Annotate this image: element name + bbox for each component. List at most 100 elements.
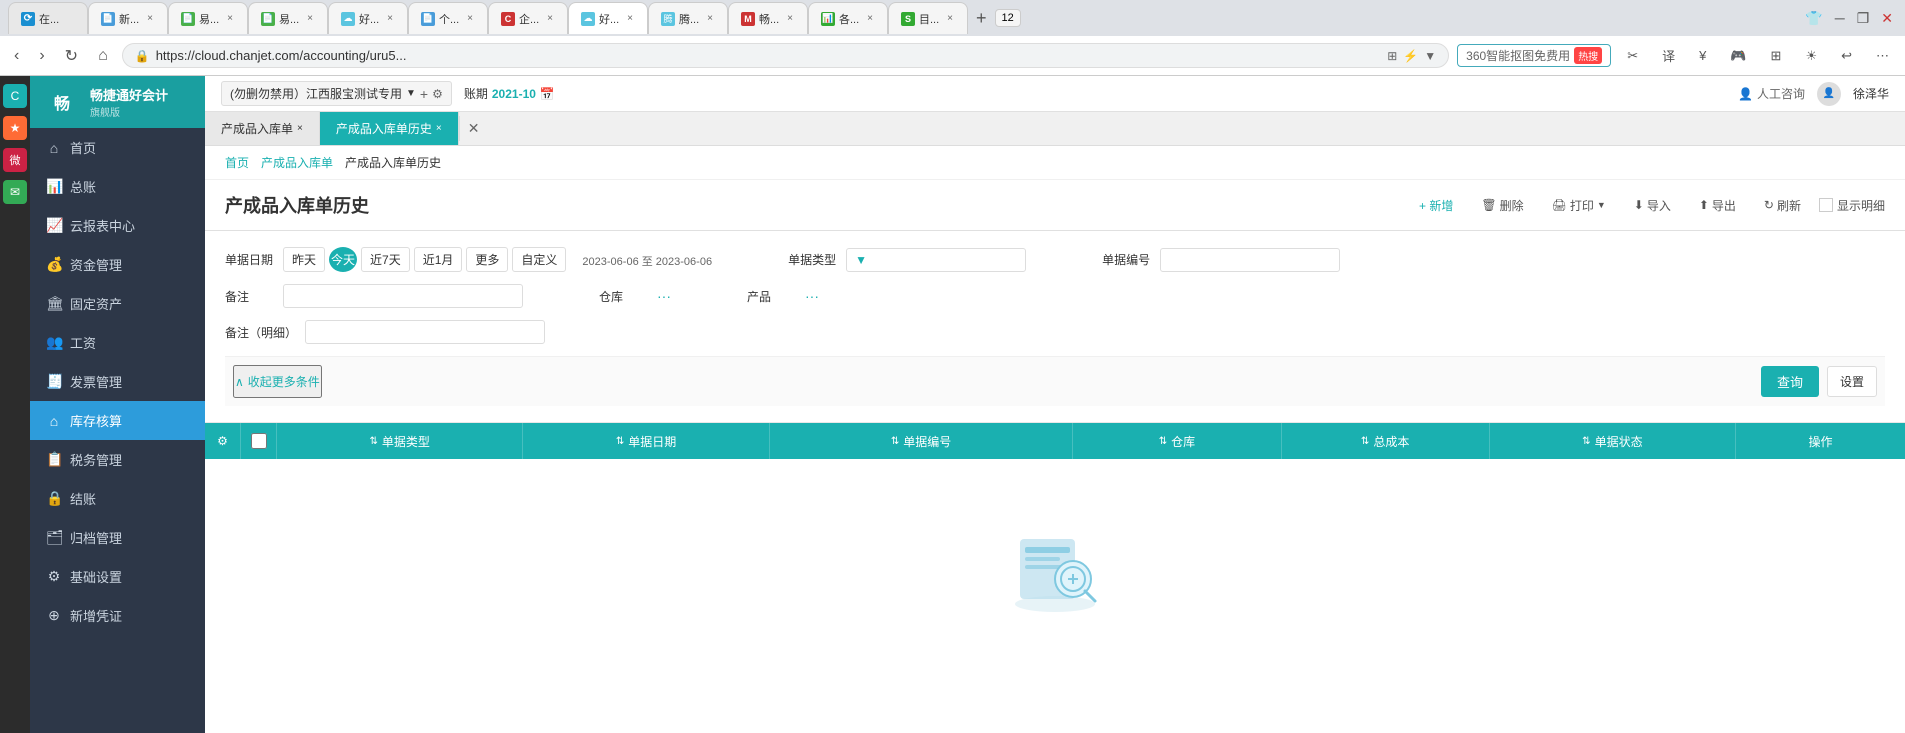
tab-7[interactable]: C 企... × bbox=[488, 2, 568, 34]
show-detail-checkbox[interactable] bbox=[1819, 198, 1833, 212]
sidebar-item-cloud-report[interactable]: 📈 云报表中心 bbox=[30, 206, 205, 245]
sidebar-item-general-ledger[interactable]: 📊 总账 bbox=[30, 167, 205, 206]
tab-360[interactable]: ⟳ 在... bbox=[8, 2, 88, 34]
th-status[interactable]: ⇅ 单据状态 bbox=[1490, 423, 1736, 459]
search-settings-btn[interactable]: 设置 bbox=[1827, 366, 1877, 397]
tab-10[interactable]: M 畅... × bbox=[728, 2, 808, 34]
search-bar-360[interactable]: 360智能抠图免费用 热搜 bbox=[1457, 44, 1611, 67]
tab-9[interactable]: 腾 腾... × bbox=[648, 2, 728, 34]
tab-close-3[interactable]: × bbox=[227, 13, 233, 24]
th-cost[interactable]: ⇅ 总成本 bbox=[1282, 423, 1490, 459]
sidebar-item-inventory[interactable]: ⌂ 库存核算 bbox=[30, 401, 205, 440]
refresh-btn[interactable]: ↻ bbox=[59, 42, 84, 70]
translate-btn[interactable]: 译 bbox=[1654, 42, 1683, 69]
app-icon-email[interactable]: ✉ bbox=[3, 180, 27, 204]
sidebar-item-fixed-assets[interactable]: 🏛 固定资产 bbox=[30, 284, 205, 323]
url-bar[interactable]: 🔒 https://cloud.chanjet.com/accounting/u… bbox=[122, 43, 1449, 68]
sidebar-item-archive[interactable]: 🗂 归档管理 bbox=[30, 518, 205, 557]
sidebar-item-fund-mgmt[interactable]: 💰 资金管理 bbox=[30, 245, 205, 284]
tab-5[interactable]: ☁ 好... × bbox=[328, 2, 408, 34]
forward-btn[interactable]: › bbox=[33, 43, 50, 69]
app-icon-weibo[interactable]: 微 bbox=[3, 148, 27, 172]
tab-4[interactable]: 📄 易... × bbox=[248, 2, 328, 34]
tab-close-11[interactable]: × bbox=[867, 13, 873, 24]
sidebar-item-invoice[interactable]: 🧾 发票管理 bbox=[30, 362, 205, 401]
tab-close-7[interactable]: × bbox=[547, 13, 553, 24]
warehouse-ellipsis[interactable]: ··· bbox=[657, 288, 671, 304]
scissors-btn[interactable]: ✂ bbox=[1619, 44, 1646, 68]
undo-btn[interactable]: ↩ bbox=[1833, 44, 1860, 68]
btn-7days[interactable]: 近7天 bbox=[361, 247, 410, 272]
tab-12[interactable]: S 目... × bbox=[888, 2, 968, 34]
export-btn[interactable]: ⬆ 导出 bbox=[1689, 193, 1746, 218]
sidebar-item-tax[interactable]: 📋 税务管理 bbox=[30, 440, 205, 479]
th-num[interactable]: ⇅ 单据编号 bbox=[770, 423, 1074, 459]
collapse-btn[interactable]: ∧ 收起更多条件 bbox=[233, 365, 322, 398]
company-selector[interactable]: (勿删勿禁用）江西服宝测试专用 ▼ + ⚙ bbox=[221, 81, 452, 106]
btn-1month[interactable]: 近1月 bbox=[414, 247, 463, 272]
tab-6[interactable]: 📄 个... × bbox=[408, 2, 488, 34]
sidebar-item-home[interactable]: ⌂ 首页 bbox=[30, 128, 205, 167]
header-checkbox[interactable] bbox=[251, 433, 267, 449]
minimize-btn[interactable]: ─ bbox=[1831, 6, 1849, 30]
tab-2[interactable]: 📄 新... × bbox=[88, 2, 168, 34]
panel-close-btn[interactable]: ✕ bbox=[459, 116, 488, 141]
tab-close-4[interactable]: × bbox=[307, 13, 313, 24]
show-detail-toggle[interactable]: 显示明细 bbox=[1819, 197, 1885, 214]
sidebar-item-basic-settings[interactable]: ⚙ 基础设置 bbox=[30, 557, 205, 596]
th-warehouse[interactable]: ⇅ 仓库 bbox=[1073, 423, 1281, 459]
breadcrumb-list[interactable]: 产成品入库单 bbox=[261, 154, 333, 171]
content-tab-history[interactable]: 产成品入库单历史 × bbox=[320, 112, 459, 145]
content-tab-list[interactable]: 产成品入库单 × bbox=[205, 112, 320, 145]
tab-close-5[interactable]: × bbox=[387, 13, 393, 24]
tab-8[interactable]: ☁ 好... × bbox=[568, 2, 648, 34]
tab-3[interactable]: 📄 易... × bbox=[168, 2, 248, 34]
new-btn[interactable]: + 新增 bbox=[1409, 193, 1463, 218]
tab-close-9[interactable]: × bbox=[707, 13, 713, 24]
sidebar-item-closing[interactable]: 🔒 结账 bbox=[30, 479, 205, 518]
tab-close-6[interactable]: × bbox=[467, 13, 473, 24]
new-tab-button[interactable]: + bbox=[968, 8, 995, 29]
settings-menu-btn[interactable]: ⋯ bbox=[1868, 44, 1897, 68]
restore-btn[interactable]: ❐ bbox=[1853, 6, 1874, 31]
type-dropdown[interactable]: ▼ bbox=[846, 248, 1026, 272]
th-date[interactable]: ⇅ 单据日期 bbox=[523, 423, 769, 459]
sun-btn[interactable]: ☀ bbox=[1797, 44, 1825, 68]
tab-close-10[interactable]: × bbox=[787, 13, 793, 24]
app-icon-favorites[interactable]: ★ bbox=[3, 116, 27, 140]
btn-custom[interactable]: 自定义 bbox=[512, 247, 566, 272]
product-ellipsis[interactable]: ··· bbox=[805, 288, 819, 304]
tab-close-12[interactable]: × bbox=[947, 13, 953, 24]
note-detail-input[interactable] bbox=[305, 320, 545, 344]
calendar-icon[interactable]: 📅 bbox=[540, 87, 555, 101]
grid-btn[interactable]: ⊞ bbox=[1763, 44, 1790, 68]
tab-11[interactable]: 📊 各... × bbox=[808, 2, 888, 34]
home-btn[interactable]: ⌂ bbox=[92, 43, 114, 69]
content-tab-history-close[interactable]: × bbox=[436, 123, 442, 134]
settings-company-icon[interactable]: ⚙ bbox=[432, 87, 443, 101]
note-input[interactable] bbox=[283, 284, 523, 308]
close-btn[interactable]: ✕ bbox=[1877, 6, 1897, 31]
search-query-btn[interactable]: 查询 bbox=[1761, 366, 1819, 397]
delete-btn[interactable]: 🗑 删除 bbox=[1471, 193, 1533, 218]
number-input[interactable] bbox=[1160, 248, 1340, 272]
th-gear[interactable]: ⚙ bbox=[205, 423, 241, 459]
th-check[interactable] bbox=[241, 423, 277, 459]
back-btn[interactable]: ‹ bbox=[8, 43, 25, 69]
import-btn[interactable]: ⬇ 导入 bbox=[1624, 193, 1681, 218]
tab-counter[interactable]: 12 bbox=[995, 9, 1021, 27]
tab-close-8[interactable]: × bbox=[627, 13, 633, 24]
shirt-icon-btn[interactable]: 👕 bbox=[1801, 6, 1826, 31]
tab-close-2[interactable]: × bbox=[147, 13, 153, 24]
add-company-btn[interactable]: + bbox=[420, 86, 428, 102]
th-type[interactable]: ⇅ 单据类型 bbox=[277, 423, 523, 459]
refresh-btn-page[interactable]: ↻ 刷新 bbox=[1754, 193, 1811, 218]
yuan-btn[interactable]: ¥ bbox=[1691, 44, 1714, 67]
btn-today[interactable]: 今天 bbox=[329, 247, 357, 272]
sidebar-item-payroll[interactable]: 👥 工资 bbox=[30, 323, 205, 362]
btn-more[interactable]: 更多 bbox=[466, 247, 508, 272]
breadcrumb-home[interactable]: 首页 bbox=[225, 154, 249, 171]
user-avatar[interactable]: 👤 bbox=[1817, 82, 1841, 106]
sidebar-item-new-entry[interactable]: ⊕ 新增凭证 bbox=[30, 596, 205, 635]
user-service-btn[interactable]: 👤 人工咨询 bbox=[1738, 85, 1805, 102]
